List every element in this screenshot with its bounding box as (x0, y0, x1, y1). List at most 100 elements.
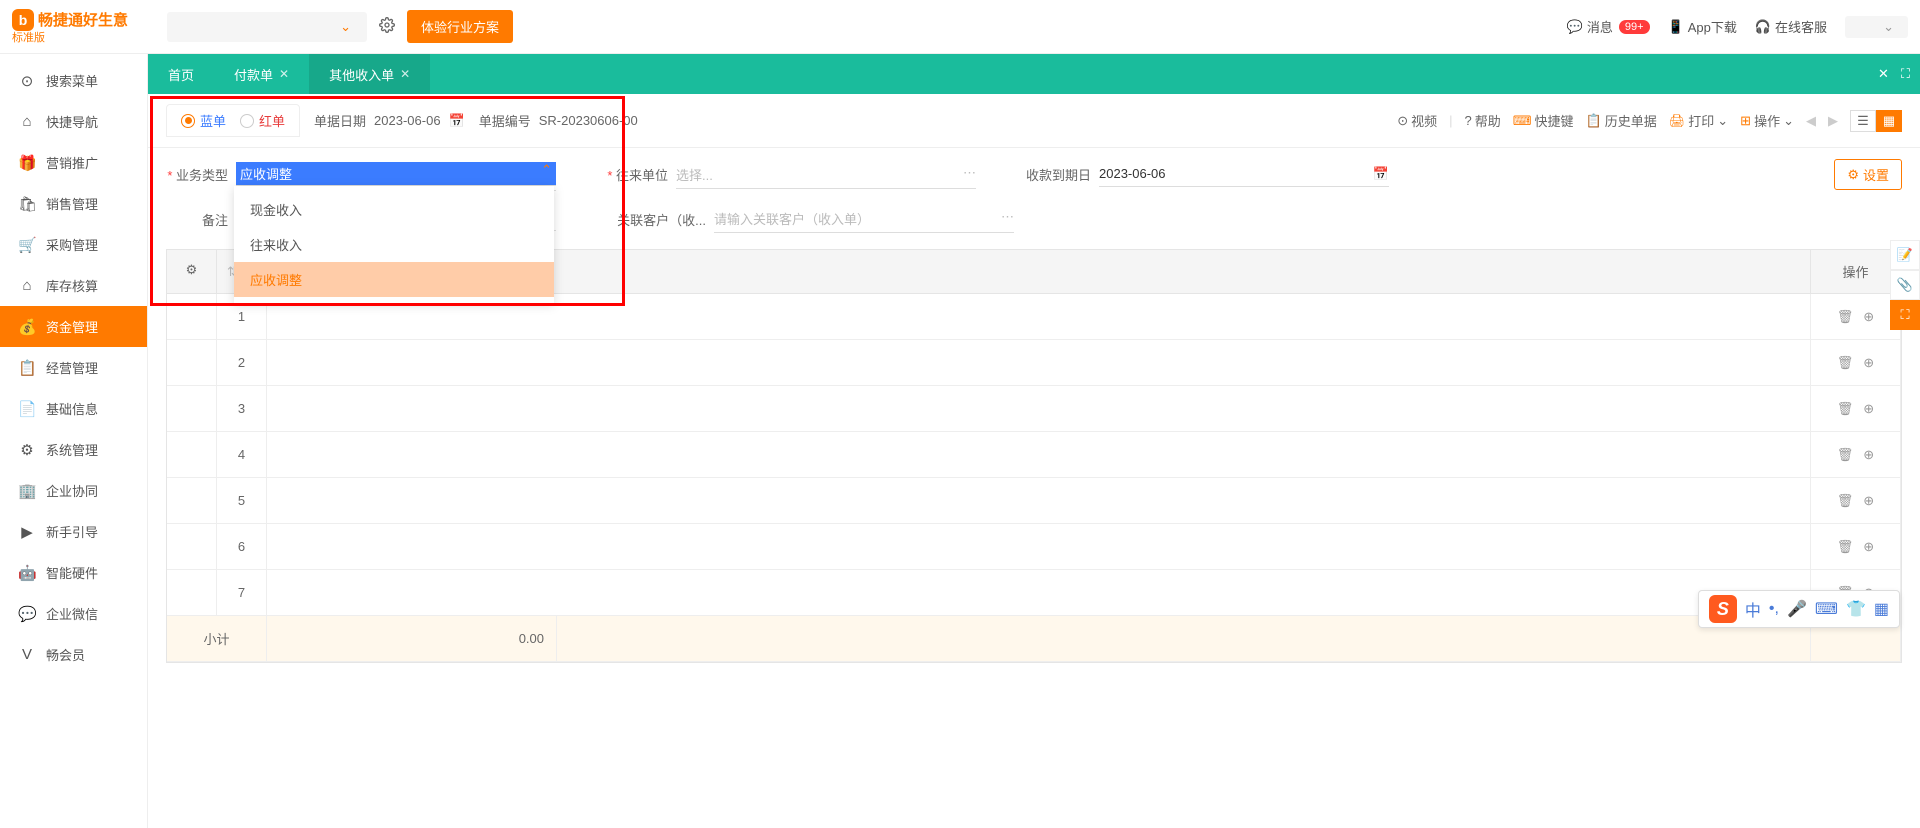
biz-type-input[interactable]: 应收调整 (236, 162, 556, 186)
sidebar-item-funds[interactable]: 💰资金管理 (0, 306, 147, 347)
due-date-value[interactable]: 2023-06-06 (1099, 166, 1166, 182)
more-icon[interactable]: ⋯ (1001, 209, 1014, 228)
dropdown-option-cash[interactable]: 现金收入 (234, 192, 554, 227)
prev-icon[interactable]: ◀ (1806, 113, 1816, 129)
delete-icon[interactable]: 🗑 (1837, 539, 1854, 555)
sidebar-item-wechat[interactable]: 💬企业微信 (0, 593, 147, 634)
phone-icon: 📱 (1668, 19, 1684, 35)
close-all-icon[interactable]: ✕ (1878, 66, 1889, 82)
print-link[interactable]: 🖨打印⌄ (1669, 111, 1728, 130)
help-link[interactable]: ?帮助 (1465, 111, 1501, 130)
row-index: 3 (217, 386, 267, 431)
list-view-btn[interactable]: ☰ (1850, 110, 1876, 132)
radio-red[interactable]: 红单 (240, 111, 285, 130)
delete-icon[interactable]: 🗑 (1837, 447, 1854, 463)
app-download-link[interactable]: 📱 App下载 (1668, 17, 1737, 36)
delete-icon[interactable]: 🗑 (1837, 401, 1854, 417)
sidebar-item-label: 搜索菜单 (46, 71, 98, 90)
sidebar-item-guide[interactable]: ▶新手引导 (0, 511, 147, 552)
expand-tool[interactable]: ⛶ (1890, 300, 1920, 330)
sidebar-item-label: 新手引导 (46, 522, 98, 541)
table-row[interactable]: 6🗑⊕ (167, 524, 1901, 570)
close-icon[interactable]: ✕ (400, 67, 410, 81)
delete-icon[interactable]: 🗑 (1837, 355, 1854, 371)
th-settings[interactable]: ⚙ (167, 250, 217, 293)
sidebar-item-label: 采购管理 (46, 235, 98, 254)
note-tool[interactable]: 📝 (1890, 240, 1920, 270)
doc-date-value[interactable]: 2023-06-06 (374, 113, 441, 128)
sidebar-item-hardware[interactable]: 🤖智能硬件 (0, 552, 147, 593)
add-icon[interactable]: ⊕ (1863, 401, 1874, 417)
print-label: 打印 (1688, 111, 1714, 130)
sidebar-item-system[interactable]: ⚙系统管理 (0, 429, 147, 470)
add-icon[interactable]: ⊕ (1863, 355, 1874, 371)
online-service-link[interactable]: 🎧 在线客服 (1755, 17, 1827, 36)
sidebar-item-sales[interactable]: 🛍销售管理 (0, 183, 147, 224)
history-link[interactable]: 📋历史单据 (1586, 111, 1657, 130)
sidebar-item-label: 企业微信 (46, 604, 98, 623)
table-row[interactable]: 4🗑⊕ (167, 432, 1901, 478)
ime-skin-icon[interactable]: 👕 (1846, 599, 1866, 619)
fullscreen-icon[interactable]: ⛶ (1901, 66, 1910, 82)
sidebar-item-purchase[interactable]: 🛒采购管理 (0, 224, 147, 265)
sidebar-item-operations[interactable]: 📋经营管理 (0, 347, 147, 388)
ime-menu-icon[interactable]: ▦ (1874, 599, 1889, 619)
tab-payment[interactable]: 付款单✕ (214, 54, 309, 94)
radio-icon (240, 114, 254, 128)
operate-label: 操作 (1754, 111, 1780, 130)
tab-home[interactable]: 首页 (148, 54, 214, 94)
headset-icon: 🎧 (1755, 19, 1771, 35)
chevron-up-icon[interactable]: ⌃ (541, 162, 552, 178)
ime-mic-icon[interactable]: 🎤 (1787, 599, 1807, 619)
shortcut-link[interactable]: ⌨快捷键 (1513, 111, 1574, 130)
add-icon[interactable]: ⊕ (1863, 539, 1874, 555)
sidebar-item-collab[interactable]: 🏢企业协同 (0, 470, 147, 511)
table-row[interactable]: 5🗑⊕ (167, 478, 1901, 524)
table-row[interactable]: 2🗑⊕ (167, 340, 1901, 386)
ime-keyboard-icon[interactable]: ⌨ (1815, 599, 1838, 619)
tab-other-income[interactable]: 其他收入单✕ (309, 54, 430, 94)
messages-link[interactable]: 💬 消息 99+ (1567, 17, 1650, 36)
operate-link[interactable]: ⊞操作⌄ (1740, 111, 1794, 130)
ime-bar[interactable]: S 中 •, 🎤 ⌨ 👕 ▦ (1698, 590, 1900, 628)
close-icon[interactable]: ✕ (279, 67, 289, 81)
sidebar-item-member[interactable]: V畅会员 (0, 634, 147, 675)
sidebar-item-basic-info[interactable]: 📄基础信息 (0, 388, 147, 429)
print-icon: 🖨 (1669, 113, 1686, 129)
add-icon[interactable]: ⊕ (1863, 309, 1874, 325)
ime-punct-icon[interactable]: •, (1769, 600, 1779, 618)
sidebar-item-quick-nav[interactable]: ⌂快捷导航 (0, 101, 147, 142)
dropdown-option-exchange[interactable]: 往来收入 (234, 227, 554, 262)
radio-blue[interactable]: 蓝单 (181, 111, 226, 130)
org-selector[interactable]: ⌄ (167, 12, 367, 42)
field-label: 收款到期日 (1026, 165, 1091, 184)
table-row[interactable]: 3 🗑 ⊕ (167, 386, 1901, 432)
user-avatar[interactable]: ⌄ (1845, 16, 1908, 38)
calendar-icon[interactable]: 📅 (449, 113, 465, 129)
unit-input[interactable]: 选择... (676, 165, 713, 184)
sidebar-item-marketing[interactable]: 🎁营销推广 (0, 142, 147, 183)
delete-icon[interactable]: 🗑 (1837, 309, 1854, 325)
tab-actions: ✕ ⛶ (1878, 54, 1920, 94)
add-icon[interactable]: ⊕ (1863, 447, 1874, 463)
more-icon[interactable]: ⋯ (963, 165, 976, 184)
video-link[interactable]: ⊙视频 (1397, 111, 1437, 130)
grid-view-btn[interactable]: ▦ (1876, 110, 1902, 132)
attach-tool[interactable]: 📎 (1890, 270, 1920, 300)
related-customer-input[interactable]: 请输入关联客户（收入单） (714, 209, 870, 228)
settings-button[interactable]: ⚙设置 (1834, 159, 1902, 190)
form-toolbar: 蓝单 红单 单据日期 2023-06-06 📅 单据编号 SR-20230606… (148, 94, 1920, 148)
sidebar-item-inventory[interactable]: ⌂库存核算 (0, 265, 147, 306)
add-icon[interactable]: ⊕ (1863, 493, 1874, 509)
settings-gear-icon[interactable] (379, 17, 395, 36)
doc-no-value: SR-20230606-00 (539, 113, 638, 128)
trial-button[interactable]: 体验行业方案 (407, 10, 513, 43)
form-row-1: 业务类型 应收调整 ⌃ 现金收入 往来收入 应收调整 往来单位 选择 (148, 148, 1920, 201)
table-row[interactable]: 7🗑⊕ (167, 570, 1901, 616)
delete-icon[interactable]: 🗑 (1837, 493, 1854, 509)
ime-lang-icon[interactable]: 中 (1745, 597, 1761, 621)
sidebar-item-search-menu[interactable]: ⊙搜索菜单 (0, 60, 147, 101)
next-icon[interactable]: ▶ (1828, 113, 1838, 129)
dropdown-option-adjust[interactable]: 应收调整 (234, 262, 554, 297)
calendar-icon[interactable]: 📅 (1373, 166, 1389, 182)
